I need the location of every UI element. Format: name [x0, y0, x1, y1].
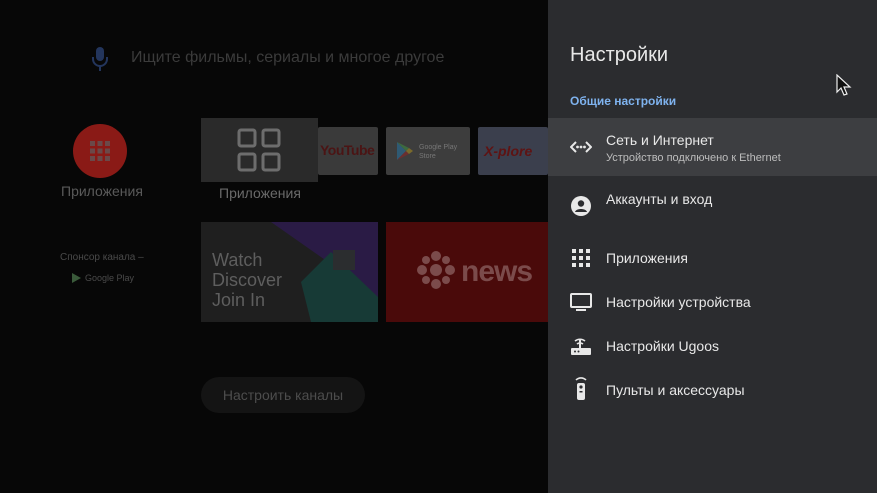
sponsor-label: Спонсор канала –: [60, 252, 144, 263]
settings-item-ugoos[interactable]: Настройки Ugoos: [548, 331, 877, 361]
network-icon: [570, 141, 592, 153]
search-input[interactable]: Ищите фильмы, сериалы и многое другое: [131, 49, 444, 67]
cbc-news-label: news: [461, 255, 533, 288]
settings-title: Настройки: [570, 44, 669, 66]
twitch-line: Join In: [212, 290, 266, 310]
section-general: Общие настройки: [570, 94, 677, 108]
settings-item-sub: Устройство подключено к Ethernet: [606, 152, 781, 164]
settings-item-label: Пульты и аксессуары: [606, 382, 745, 398]
twitch-tagline: Watch Discover Join In: [212, 250, 282, 310]
mic-icon[interactable]: [90, 46, 110, 72]
settings-item-label: Сеть и Интернет: [606, 132, 714, 148]
settings-item-label: Настройки устройства: [606, 294, 751, 310]
router-icon: [571, 338, 591, 355]
google-play-small-icon: [72, 273, 81, 283]
tv-icon: [570, 293, 592, 311]
mouse-pointer-icon: [836, 74, 852, 96]
apps-tile-label: Приложения: [219, 185, 301, 201]
youtube-label: YouTube: [320, 142, 375, 158]
google-play-text: Google Play Store: [419, 144, 458, 160]
xplore-label: X-plore: [484, 143, 533, 159]
sponsor-brand-text: Google Play: [85, 273, 135, 283]
google-play-icon: [397, 142, 413, 160]
settings-item-accounts[interactable]: Аккаунты и вход: [548, 184, 877, 228]
xplore-tile[interactable]: X-plore: [478, 127, 548, 175]
apps-tiles-icon: [237, 128, 281, 172]
cbc-logo-icon: [417, 251, 455, 289]
configure-channels-label: Настроить каналы: [222, 387, 344, 403]
apps-grid-icon: [572, 249, 590, 267]
cbc-news-tile[interactable]: news: [386, 222, 548, 322]
twitch-channel-tile[interactable]: Watch Discover Join In: [201, 222, 378, 322]
configure-channels-button[interactable]: Настроить каналы: [201, 377, 365, 413]
apps-button[interactable]: [73, 124, 127, 178]
home-screen: Ищите фильмы, сериалы и многое другое Пр…: [0, 0, 548, 493]
settings-panel: Настройки Общие настройки Сеть и Интерне…: [548, 0, 877, 493]
google-play-tile[interactable]: Google Play Store: [386, 127, 470, 175]
settings-item-network[interactable]: Сеть и Интернет Устройство подключено к …: [548, 118, 877, 176]
twitch-line: Discover: [212, 270, 283, 290]
account-icon: [571, 196, 591, 216]
settings-item-remotes[interactable]: Пульты и аксессуары: [548, 375, 877, 405]
twitch-line: Watch: [212, 250, 263, 270]
youtube-tile[interactable]: YouTube: [318, 127, 378, 175]
settings-item-label: Настройки Ugoos: [606, 338, 720, 354]
settings-item-apps[interactable]: Приложения: [548, 243, 877, 273]
apps-tile[interactable]: [201, 118, 318, 182]
apps-label: Приложения: [61, 183, 143, 199]
settings-item-label: Аккаунты и вход: [606, 191, 713, 207]
sponsor-brand: Google Play: [72, 273, 134, 283]
settings-item-label: Приложения: [606, 250, 688, 266]
remote-icon: [575, 377, 587, 400]
apps-grid-icon: [90, 141, 110, 161]
settings-item-device[interactable]: Настройки устройства: [548, 287, 877, 317]
